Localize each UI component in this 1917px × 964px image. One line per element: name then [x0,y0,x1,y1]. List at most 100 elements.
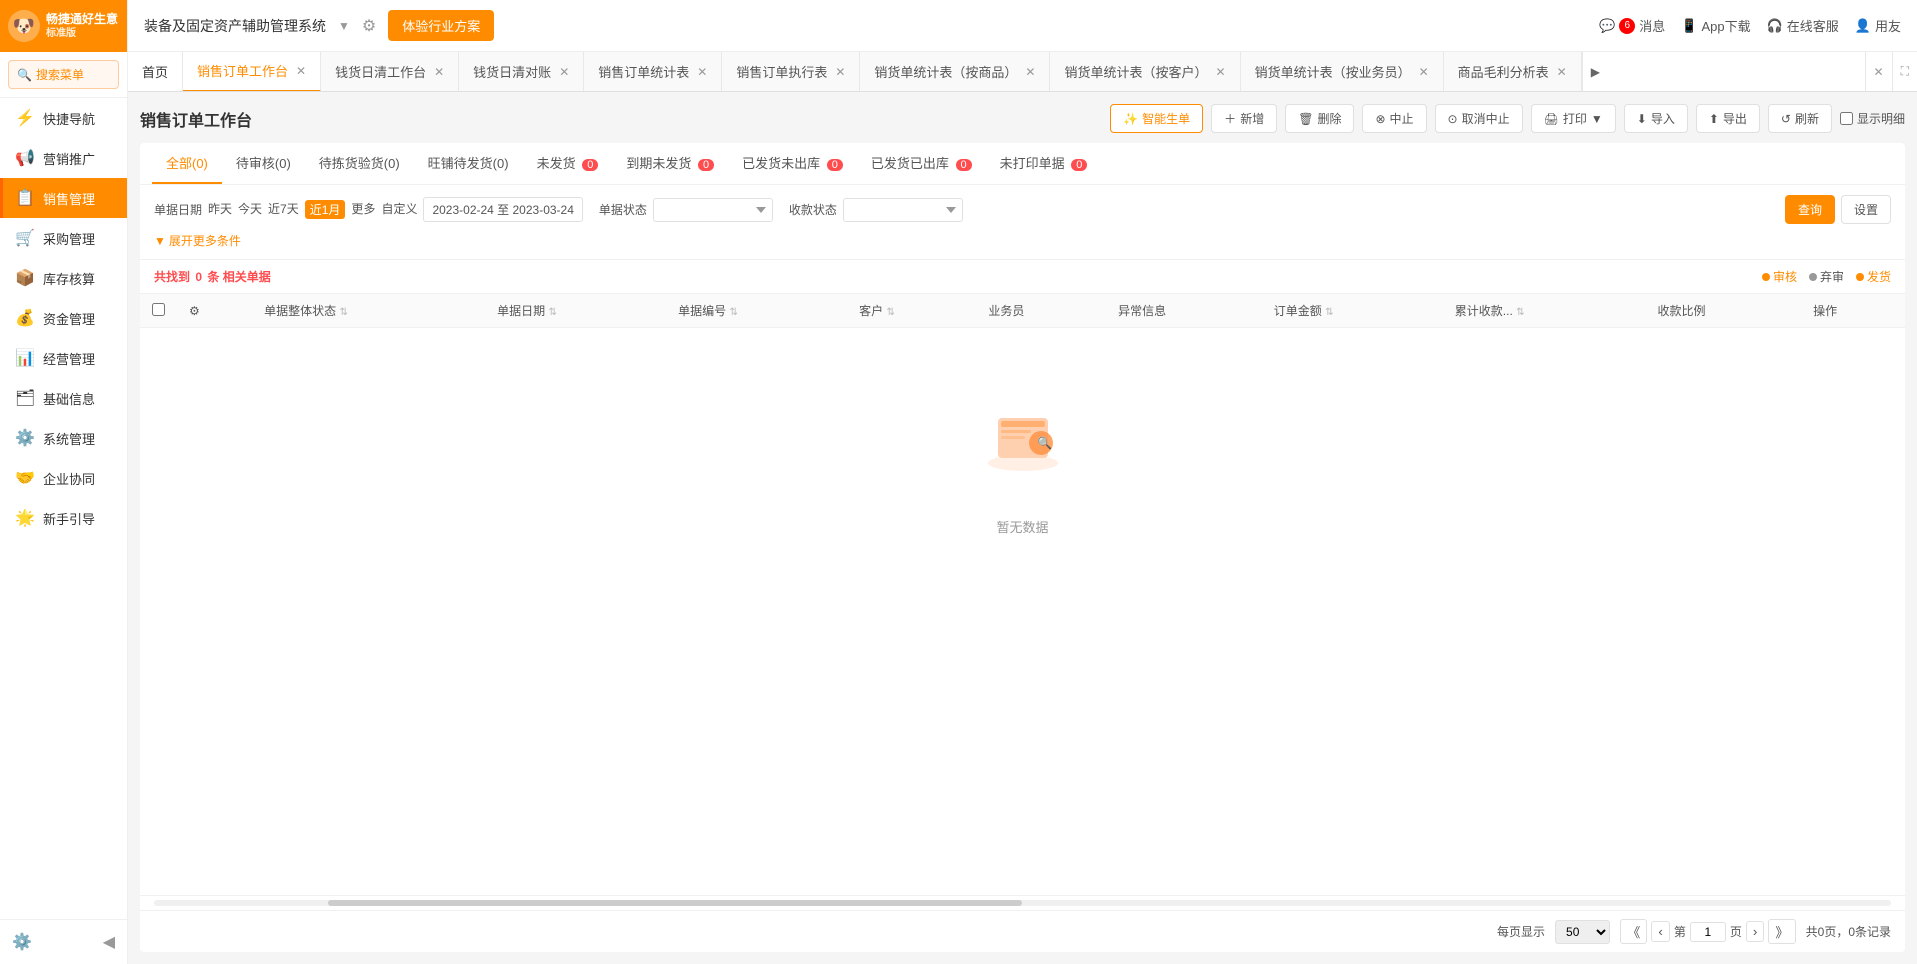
sub-tab-shipped-out-label: 已发货已出库 [871,156,949,171]
export-button[interactable]: ⬆ 导出 [1696,104,1760,133]
user-item[interactable]: 👤 用友 [1855,16,1901,35]
next-page-button[interactable]: › [1746,921,1764,942]
sub-tab-all[interactable]: 全部(0) [152,143,222,184]
sub-tab-shipped-out[interactable]: 已发货已出库 0 [857,143,986,184]
sidebar-item-marketing[interactable]: 📢 营销推广 [0,138,127,178]
print-button[interactable]: 🖨 打印 ▼ [1531,104,1616,133]
show-detail-checkbox-area[interactable]: 显示明细 [1840,110,1905,127]
sub-tab-pending-review[interactable]: 待审核(0) [222,143,305,184]
tab-cash-reconcile[interactable]: 钱货日清对账 ✕ [459,52,584,92]
tab-sales-workbench-close-icon[interactable]: ✕ [296,64,306,78]
date-1month[interactable]: 近1月 [305,200,346,219]
cancel-review-action-button[interactable]: 弃审 [1809,268,1844,285]
first-page-button[interactable]: 《 [1620,919,1647,944]
tab-sales-stats[interactable]: 销售订单统计表 ✕ [584,52,722,92]
expand-conditions-button[interactable]: ▼ 展开更多条件 [154,232,241,249]
sidebar-item-inventory-label: 库存核算 [43,269,95,288]
stop-button[interactable]: ⊗ 中止 [1362,104,1426,133]
page-size-select[interactable]: 50 20 100 [1555,920,1610,944]
status-select[interactable] [653,198,773,222]
tab-sales-stats-label: 销售订单统计表 [598,62,689,81]
shipped-not-out-badge: 0 [827,159,843,171]
th-collected: 累计收款... ⇅ [1443,294,1646,328]
sidebar-item-inventory[interactable]: 📦 库存核算 [0,258,127,298]
prev-page-button[interactable]: ‹ [1651,921,1669,942]
tab-sales-stats-close-icon[interactable]: ✕ [697,65,707,79]
date-custom[interactable]: 自定义 [381,200,417,219]
select-all-checkbox[interactable] [152,303,165,316]
tab-cash-reconcile-close-icon[interactable]: ✕ [559,65,569,79]
tab-cash-daily[interactable]: 钱货日清工作台 ✕ [321,52,459,92]
query-button[interactable]: 查询 [1785,195,1835,224]
basic-icon: 🗂 [15,388,35,408]
collapse-button[interactable]: ◀ [99,928,119,956]
review-action-button[interactable]: 审核 [1762,268,1797,285]
date-range-display[interactable]: 2023-02-24 至 2023-03-24 [423,197,582,222]
filter-settings-button[interactable]: 设置 [1841,195,1891,224]
sidebar-item-operations[interactable]: 📊 经营管理 [0,338,127,378]
filter-actions: 查询 设置 [1785,195,1891,224]
payment-select[interactable] [843,198,963,222]
user-icon: 👤 [1855,18,1871,34]
add-button[interactable]: ＋ 新增 [1211,104,1277,133]
settings-bottom-button[interactable]: ⚙️ [8,928,36,956]
tab-close-all-button[interactable]: ✕ [1865,52,1892,92]
sidebar-item-enterprise[interactable]: 🤝 企业协同 [0,458,127,498]
message-badge: 6 [1619,18,1635,34]
sidebar-item-basic[interactable]: 🗂 基础信息 [0,378,127,418]
tab-sales-exec-close-icon[interactable]: ✕ [835,65,845,79]
tab-home[interactable]: 首页 [128,52,183,92]
smart-generate-button[interactable]: ✨ 智能生单 [1110,104,1203,133]
last-page-button[interactable]: 》 [1768,919,1795,944]
cancel-stop-icon: ⊙ [1448,112,1458,126]
scroll-thumb[interactable] [328,900,1023,906]
sub-tab-pending-inspection[interactable]: 待拣货验货(0) [305,143,414,184]
sidebar-item-finance[interactable]: 💰 资金管理 [0,298,127,338]
tab-cash-daily-close-icon[interactable]: ✕ [434,65,444,79]
cancel-stop-button[interactable]: ⊙ 取消中止 [1435,104,1523,133]
sidebar-item-system[interactable]: ⚙️ 系统管理 [0,418,127,458]
header-gear-icon[interactable]: ⚙ [362,16,376,36]
sidebar-item-sales[interactable]: 📋 销售管理 [0,178,127,218]
trial-button[interactable]: 体验行业方案 [388,10,494,41]
online-service-item[interactable]: 🎧 在线客服 [1767,16,1839,35]
marketing-icon: 📢 [15,148,35,168]
refresh-button[interactable]: ↺ 刷新 [1768,104,1832,133]
tab-more-button[interactable]: ▶ [1582,52,1608,92]
tab-summary-customer-close-icon[interactable]: ✕ [1216,65,1226,79]
logo-text: 畅捷通好生意 标准版 [46,12,118,41]
date-more[interactable]: 更多 [351,200,375,219]
tab-sales-summary-customer[interactable]: 销货单统计表（按客户） ✕ [1050,52,1240,92]
tab-gross-margin[interactable]: 商品毛利分析表 ✕ [1444,52,1582,92]
date-7days[interactable]: 近7天 [268,200,299,219]
tab-sales-exec[interactable]: 销售订单执行表 ✕ [722,52,860,92]
tab-gross-margin-close-icon[interactable]: ✕ [1557,65,1567,79]
sidebar-item-quick-nav[interactable]: ⚡ 快捷导航 [0,98,127,138]
page-number-input[interactable] [1690,922,1726,942]
app-download-item[interactable]: 📱 App下载 [1681,16,1750,35]
show-detail-checkbox[interactable] [1840,112,1853,125]
tab-summary-staff-close-icon[interactable]: ✕ [1419,65,1429,79]
ship-action-button[interactable]: 发货 [1856,268,1891,285]
tab-sales-summary-staff[interactable]: 销货单统计表（按业务员） ✕ [1241,52,1444,92]
refresh-label: 刷新 [1795,110,1819,127]
sidebar-item-purchase[interactable]: 🛒 采购管理 [0,218,127,258]
date-today[interactable]: 今天 [238,200,262,219]
sub-tab-wangpu[interactable]: 旺铺待发货(0) [414,143,523,184]
tab-sales-summary-product[interactable]: 销货单统计表（按商品） ✕ [860,52,1050,92]
tab-fullscreen-button[interactable]: ⛶ [1892,52,1917,92]
sidebar-item-newbie[interactable]: 🌟 新手引导 [0,498,127,538]
sub-tab-shipped-not-out[interactable]: 已发货未出库 0 [728,143,857,184]
tab-sales-workbench[interactable]: 销售订单工作台 ✕ [183,52,321,92]
sub-tab-not-printed[interactable]: 未打印单据 0 [986,143,1102,184]
sub-tab-overdue-label: 到期未发货 [626,156,691,171]
delete-button[interactable]: 🗑 删除 [1285,104,1354,133]
sub-tab-not-shipped[interactable]: 未发货 0 [523,143,613,184]
message-item[interactable]: 💬 6 消息 [1599,16,1665,35]
sub-tab-overdue[interactable]: 到期未发货 0 [612,143,728,184]
date-yesterday[interactable]: 昨天 [208,200,232,219]
search-menu-button[interactable]: 🔍 搜索菜单 [8,60,119,89]
tab-summary-product-close-icon[interactable]: ✕ [1025,65,1035,79]
th-action: 操作 [1801,294,1905,328]
import-button[interactable]: ⬇ 导入 [1624,104,1688,133]
